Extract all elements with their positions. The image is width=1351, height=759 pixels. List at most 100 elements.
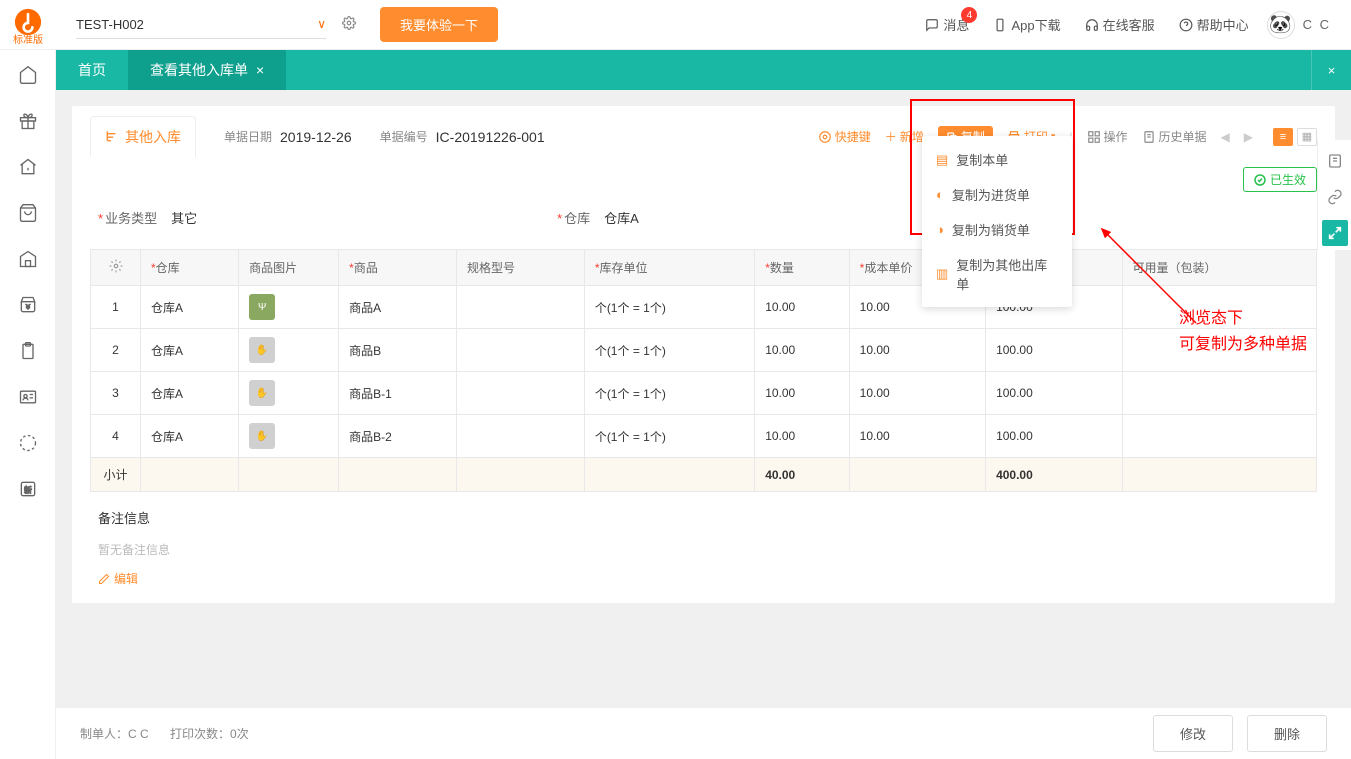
nav-clipboard-icon[interactable] (17, 340, 39, 362)
col-qty: *数量 (755, 250, 849, 286)
footer-bar: 制单人：C C 打印次数：0次 修改 删除 (56, 707, 1351, 759)
operate-button[interactable]: 操作 (1087, 128, 1128, 145)
table-row[interactable]: 2仓库A✋商品B个(1个 = 1个)10.0010.00100.00 (91, 329, 1317, 372)
page-header: 其他入库 单据日期 2019-12-26 单据编号 IC-20191226-00… (72, 106, 1335, 157)
nav-id-icon[interactable] (17, 386, 39, 408)
copy-dropdown: ▤复制本单 ◐复制为进货单 ◑复制为销货单 ▥复制为其他出库单 (922, 136, 1072, 307)
headset-icon (1085, 18, 1099, 32)
delete-button[interactable]: 删除 (1247, 715, 1327, 752)
table-row[interactable]: 3仓库A✋商品B-1个(1个 = 1个)10.0010.00100.00 (91, 372, 1317, 415)
logo-label: 标准版 (13, 36, 43, 46)
edit-remarks-link[interactable]: 编辑 (98, 570, 1309, 587)
chevron-down-icon: ∨ (317, 17, 326, 31)
outbound-icon: ▥ (936, 266, 948, 282)
svg-text:¥: ¥ (26, 304, 30, 311)
col-warehouse: *仓库 (141, 250, 239, 286)
modify-button[interactable]: 修改 (1153, 715, 1233, 752)
col-spec: 规格型号 (457, 250, 585, 286)
edit-icon (98, 573, 110, 585)
items-table: *仓库 商品图片 *商品 规格型号 *库存单位 *数量 *成本单价 *成本金额 … (90, 249, 1317, 492)
copy-as-other-out[interactable]: ▥复制为其他出库单 (922, 247, 1072, 301)
prev-icon[interactable]: ◀ (1221, 130, 1230, 144)
table-row[interactable]: 4仓库A✋商品B-2个(1个 = 1个)10.0010.00100.00 (91, 415, 1317, 458)
right-rail (1317, 140, 1351, 250)
settings-icon[interactable] (342, 16, 356, 33)
close-all-tabs-icon[interactable]: × (1311, 50, 1351, 90)
field-warehouse: *仓库 仓库A (557, 208, 639, 227)
history-button[interactable]: 历史单据 (1142, 128, 1207, 145)
product-thumb: Ψ (249, 294, 275, 320)
tab-current[interactable]: 查看其他入库单 × (128, 50, 286, 90)
messages-link[interactable]: 消息 4 (925, 15, 969, 34)
copy-as-purchase[interactable]: ◐复制为进货单 (922, 177, 1072, 212)
product-thumb: ✋ (249, 337, 275, 363)
next-icon[interactable]: ▶ (1244, 130, 1253, 144)
nav-warehouse-icon[interactable] (17, 248, 39, 270)
side-nav: ¥ 新 (0, 50, 56, 759)
nav-money-icon[interactable]: ¥ (17, 294, 39, 316)
field-biz-type: *业务类型 其它 (98, 208, 197, 227)
remarks-empty: 暂无备注信息 (98, 541, 1309, 558)
annotation-text: 浏览态下 可复制为多种单据 (1179, 306, 1307, 357)
docno-label: 单据编号 (380, 128, 428, 145)
support-link[interactable]: 在线客服 (1085, 15, 1155, 34)
shortcut-link[interactable]: 快捷键 (818, 128, 871, 145)
rail-note-icon[interactable] (1322, 148, 1348, 174)
col-product: *商品 (339, 250, 457, 286)
message-icon (925, 18, 939, 32)
nav-gift-icon[interactable] (17, 110, 39, 132)
tenant-selector[interactable]: TEST-H002 ∨ (76, 11, 326, 39)
try-button[interactable]: 我要体验一下 (380, 7, 498, 42)
page-tab-other-inbound[interactable]: 其他入库 (90, 116, 196, 157)
rail-expand-icon[interactable] (1322, 220, 1348, 246)
nav-refresh-icon[interactable] (17, 432, 39, 454)
copy-icon: ▤ (936, 152, 948, 168)
phone-icon (993, 18, 1007, 32)
nav-new-icon[interactable]: 新 (17, 478, 39, 500)
subtotal-row: 小计40.00400.00 (91, 458, 1317, 492)
sales-icon: ◑ (936, 222, 944, 237)
help-link[interactable]: 帮助中心 (1179, 15, 1249, 34)
copy-as-sales[interactable]: ◑复制为销货单 (922, 212, 1072, 247)
check-icon (1254, 174, 1266, 186)
status-chip: 已生效 (1243, 167, 1317, 192)
docno-value: IC-20191226-001 (436, 129, 545, 145)
add-button[interactable]: ＋新增 (885, 128, 924, 145)
col-image: 商品图片 (239, 250, 339, 286)
creator-label: 制单人： (80, 727, 128, 741)
copy-this-doc[interactable]: ▤复制本单 (922, 142, 1072, 177)
table-row[interactable]: 1仓库AΨ商品A个(1个 = 1个)10.0010.00100.00 (91, 286, 1317, 329)
inbound-icon (105, 129, 119, 146)
date-label: 单据日期 (224, 128, 272, 145)
print-count-value: 0次 (230, 727, 249, 741)
logo-icon (14, 8, 42, 36)
remarks-title: 备注信息 (98, 508, 1309, 527)
tabs-bar: 首页 查看其他入库单 × × (56, 50, 1351, 90)
close-tab-icon[interactable]: × (256, 62, 264, 78)
list-view-icon[interactable]: ≡ (1273, 128, 1293, 146)
app-download-link[interactable]: App下载 (993, 15, 1060, 34)
product-thumb: ✋ (249, 380, 275, 406)
messages-badge: 4 (961, 7, 977, 23)
creator-value: C C (128, 727, 149, 741)
svg-text:新: 新 (24, 484, 32, 494)
product-thumb: ✋ (249, 423, 275, 449)
user-name: C C (1303, 17, 1331, 32)
rail-link-icon[interactable] (1322, 184, 1348, 210)
tab-home[interactable]: 首页 (56, 50, 128, 90)
tenant-value: TEST-H002 (76, 17, 144, 32)
col-config-icon[interactable] (91, 250, 141, 286)
nav-bag-icon[interactable] (17, 202, 39, 224)
help-icon (1179, 18, 1193, 32)
col-available: 可用量（包装） (1122, 250, 1317, 286)
nav-home-icon[interactable] (17, 64, 39, 86)
purchase-icon: ◐ (936, 187, 944, 202)
print-count-label: 打印次数： (170, 727, 230, 741)
grid-view-icon[interactable]: ▦ (1297, 128, 1317, 146)
user-avatar[interactable]: 🐼 (1267, 11, 1295, 39)
date-value: 2019-12-26 (280, 129, 352, 145)
top-header: 标准版 TEST-H002 ∨ 我要体验一下 消息 4 App下载 在线客服 帮… (0, 0, 1351, 50)
logo[interactable]: 标准版 (0, 4, 56, 46)
col-unit: *库存单位 (584, 250, 754, 286)
nav-house-icon[interactable] (17, 156, 39, 178)
